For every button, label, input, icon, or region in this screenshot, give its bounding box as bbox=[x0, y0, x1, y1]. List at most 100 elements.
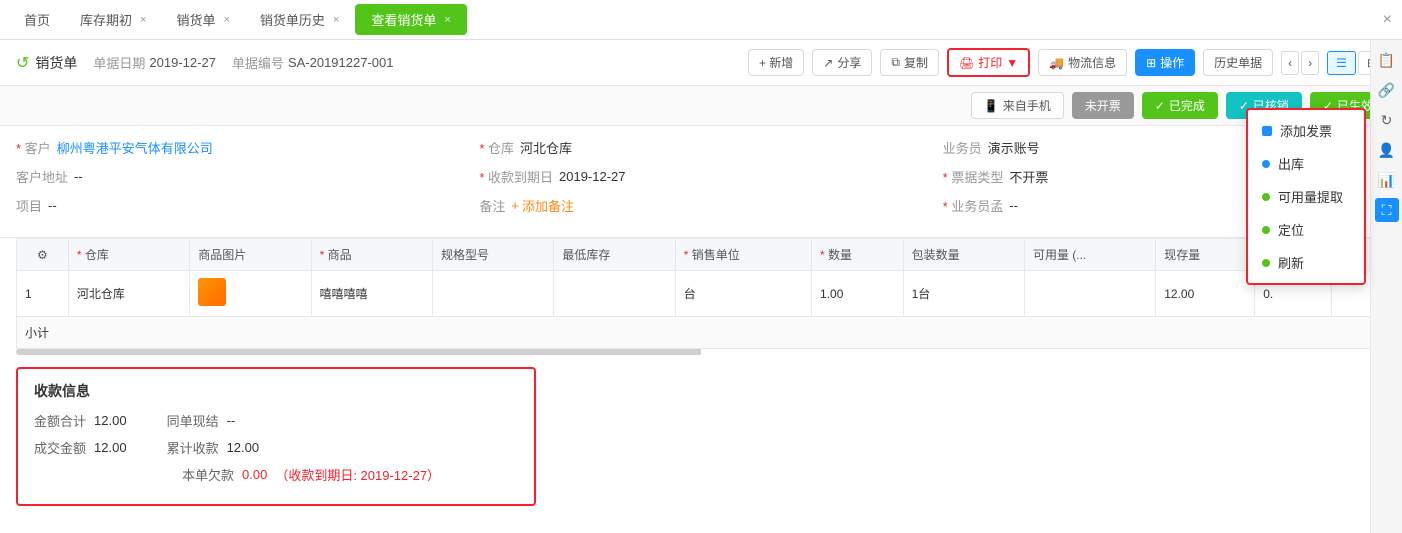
share-button[interactable]: ↗ 分享 bbox=[812, 49, 872, 76]
history-button-label: 历史单据 bbox=[1214, 54, 1262, 71]
list-view-button[interactable]: ☰ bbox=[1327, 51, 1356, 75]
dot-icon-outbound bbox=[1262, 160, 1270, 168]
dot-icon-available bbox=[1262, 193, 1270, 201]
row-current: 12.00 bbox=[1156, 271, 1255, 317]
row-index: 1 bbox=[17, 271, 69, 317]
project-field: 项目 -- bbox=[16, 196, 459, 215]
th-product-img: 商品图片 bbox=[190, 239, 311, 271]
th-available: 可用量 (... bbox=[1024, 239, 1155, 271]
history-button[interactable]: 历史单据 bbox=[1203, 49, 1273, 76]
tab-sales[interactable]: 销货单 × bbox=[162, 2, 243, 37]
dropdown-available-qty[interactable]: 可用量提取 bbox=[1248, 180, 1364, 213]
dropdown-add-invoice[interactable]: 添加发票 bbox=[1248, 114, 1364, 147]
logistics-icon: 🚚 bbox=[1049, 56, 1064, 70]
tab-sales-history[interactable]: 销货单历史 × bbox=[246, 2, 353, 37]
salesperson2-value: -- bbox=[1009, 198, 1018, 213]
next-button[interactable]: › bbox=[1301, 51, 1319, 75]
new-button[interactable]: + 新增 bbox=[748, 49, 804, 76]
add-note-label: 添加备注 bbox=[522, 196, 574, 215]
tab-sales-history-close[interactable]: × bbox=[333, 14, 339, 26]
product-thumbnail bbox=[198, 278, 226, 306]
deal-amount-label: 成交金额 bbox=[34, 438, 86, 457]
ticket-type-value: 不开票 bbox=[1009, 167, 1048, 186]
add-invoice-label: 添加发票 bbox=[1280, 121, 1332, 140]
tab-check-sales[interactable]: 查看销货单 × bbox=[355, 4, 466, 35]
logistics-button-label: 物流信息 bbox=[1068, 54, 1116, 71]
dropdown-menu: 添加发票 出库 可用量提取 定位 刷新 bbox=[1246, 108, 1366, 285]
complete-button[interactable]: ✓ 已完成 bbox=[1142, 92, 1218, 119]
print-button[interactable]: 🖨 打印 ▼ bbox=[947, 48, 1030, 77]
data-table: ⚙ 仓库 商品图片 商品 规格型号 最低库存 销售单位 数量 包装数量 可用量 … bbox=[16, 238, 1386, 349]
nav-arrows: ‹ › bbox=[1281, 51, 1319, 75]
scroll-hint bbox=[16, 349, 1386, 355]
summary-row-1: 金额合计 12.00 同单现结 -- bbox=[34, 411, 518, 430]
sidebar-refresh-icon[interactable]: ↻ bbox=[1375, 108, 1399, 132]
prev-button[interactable]: ‹ bbox=[1281, 51, 1299, 75]
dropdown-refresh[interactable]: 刷新 bbox=[1248, 246, 1364, 279]
sidebar-chart-icon[interactable]: 📊 bbox=[1375, 168, 1399, 192]
th-pkg-qty: 包装数量 bbox=[903, 239, 1024, 271]
th-spec: 规格型号 bbox=[432, 239, 553, 271]
th-settings: ⚙ bbox=[17, 239, 69, 271]
row-pkg-qty: 1台 bbox=[903, 271, 1024, 317]
copy-button[interactable]: ⧉ 复制 bbox=[880, 49, 939, 76]
close-window-button[interactable]: × bbox=[1383, 11, 1392, 29]
tab-sales-close[interactable]: × bbox=[223, 14, 229, 26]
check-icon: ✓ bbox=[1155, 99, 1165, 113]
tab-sales-history-label: 销货单历史 bbox=[260, 10, 325, 29]
form-row-3: 项目 -- 备注 + 添加备注 业务员孟 -- bbox=[16, 196, 1386, 215]
ticket-type-label: 票据类型 bbox=[943, 167, 1004, 186]
copy-button-label: 复制 bbox=[904, 54, 928, 71]
sidebar-expand-icon[interactable]: ⛶ bbox=[1375, 198, 1399, 222]
logistics-button[interactable]: 🚚 物流信息 bbox=[1038, 49, 1127, 76]
add-note-button[interactable]: + 添加备注 bbox=[511, 196, 574, 215]
table-header-row: ⚙ 仓库 商品图片 商品 规格型号 最低库存 销售单位 数量 包装数量 可用量 … bbox=[17, 239, 1386, 271]
summary-same-settle: 同单现结 -- bbox=[167, 411, 236, 430]
dropdown-locate[interactable]: 定位 bbox=[1248, 213, 1364, 246]
from-phone-button[interactable]: 📱 来自手机 bbox=[971, 92, 1064, 119]
tab-check-sales-close[interactable]: × bbox=[444, 14, 450, 26]
dot-icon-locate bbox=[1262, 226, 1270, 234]
due-date-label: 收款到期日 bbox=[479, 167, 553, 186]
warehouse-label: 仓库 bbox=[479, 138, 514, 157]
tab-home[interactable]: 首页 bbox=[10, 2, 64, 37]
th-current: 现存量 bbox=[1156, 239, 1255, 271]
not-open-button[interactable]: 未开票 bbox=[1072, 92, 1134, 119]
due-label: 本单欠款 bbox=[182, 465, 234, 484]
row-product-name: 嘻嘻嘻嘻 bbox=[311, 271, 432, 317]
dot-icon-refresh bbox=[1262, 259, 1270, 267]
doc-meta-date: 单据日期 2019-12-27 bbox=[93, 53, 216, 72]
row-product-img bbox=[190, 271, 311, 317]
subtotal-row: 小计 bbox=[17, 317, 1386, 349]
customer-value[interactable]: 柳州粤港平安气体有限公司 bbox=[57, 138, 213, 157]
doc-header: ↺ 销货单 单据日期 2019-12-27 单据编号 SA-20191227-0… bbox=[0, 40, 1402, 86]
sidebar-link-icon[interactable]: 🔗 bbox=[1375, 78, 1399, 102]
cumulative-label: 累计收款 bbox=[167, 438, 219, 457]
operations-button[interactable]: ⊞ 操作 bbox=[1135, 49, 1195, 76]
doc-title-icon: ↺ bbox=[16, 53, 29, 73]
th-qty: 数量 bbox=[812, 239, 904, 271]
row-min-stock bbox=[554, 271, 675, 317]
row-warehouse: 河北仓库 bbox=[68, 271, 189, 317]
dropdown-outbound[interactable]: 出库 bbox=[1248, 147, 1364, 180]
square-icon bbox=[1262, 126, 1272, 136]
same-settle-label: 同单现结 bbox=[167, 411, 219, 430]
share-button-label: 分享 bbox=[837, 54, 861, 71]
salesperson2-label: 业务员孟 bbox=[943, 196, 1004, 215]
customer-field: 客户 柳州粤港平安气体有限公司 bbox=[16, 138, 459, 157]
tab-inventory[interactable]: 库存期初 × bbox=[66, 2, 160, 37]
doc-actions: + 新增 ↗ 分享 ⧉ 复制 🖨 打印 ▼ 🚚 物流信息 bbox=[748, 48, 1386, 77]
outbound-label: 出库 bbox=[1278, 154, 1304, 173]
project-label: 项目 bbox=[16, 196, 42, 215]
th-min-stock: 最低库存 bbox=[554, 239, 675, 271]
salesperson-value: 演示账号 bbox=[988, 138, 1040, 157]
tab-inventory-close[interactable]: × bbox=[140, 14, 146, 26]
summary-row-3: 本单欠款 0.00 （收款到期日: 2019-12-27） bbox=[34, 465, 518, 484]
doc-number-label: 单据编号 bbox=[232, 53, 284, 72]
summary-total-amount: 金额合计 12.00 bbox=[34, 411, 127, 430]
sidebar-doc-icon[interactable]: 📋 bbox=[1375, 48, 1399, 72]
copy-icon: ⧉ bbox=[891, 55, 900, 70]
share-icon: ↗ bbox=[823, 56, 833, 70]
doc-meta-number: 单据编号 SA-20191227-001 bbox=[232, 53, 394, 72]
sidebar-user-icon[interactable]: 👤 bbox=[1375, 138, 1399, 162]
